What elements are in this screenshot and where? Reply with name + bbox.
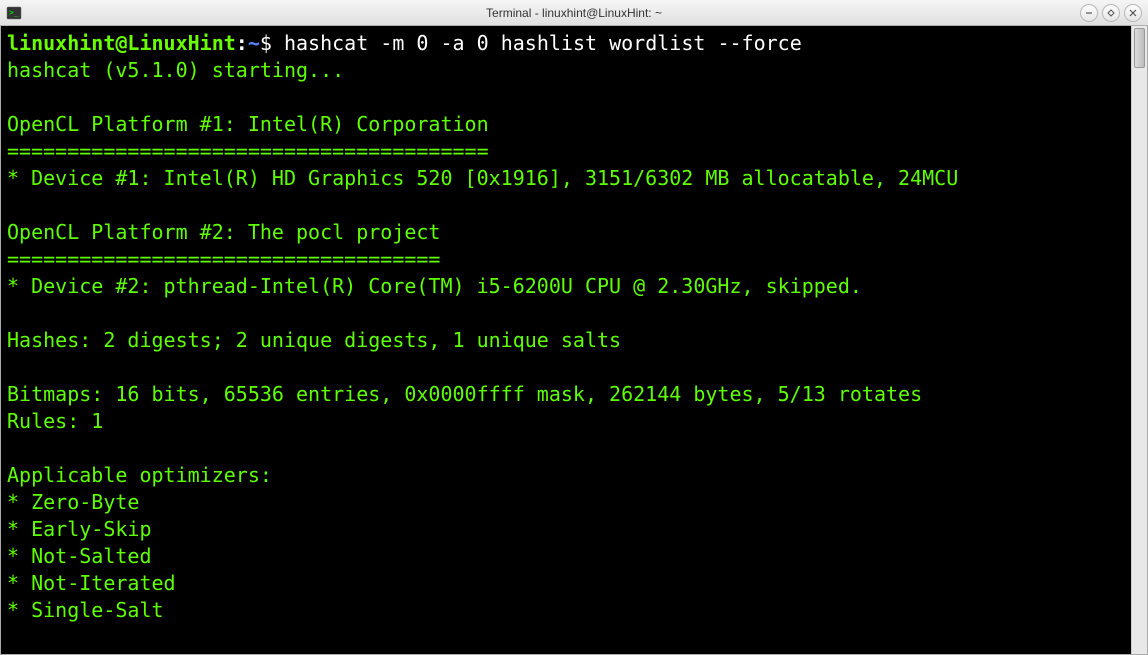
- output-line: Rules: 1: [7, 409, 103, 433]
- terminal-container: linuxhint@LinuxHint:~$ hashcat -m 0 -a 0…: [0, 26, 1148, 655]
- vertical-scrollbar[interactable]: [1131, 26, 1147, 654]
- terminal-icon: >_: [6, 5, 22, 21]
- output-line: OpenCL Platform #1: Intel(R) Corporation: [7, 112, 489, 136]
- output-line: OpenCL Platform #2: The pocl project: [7, 220, 440, 244]
- prompt-path: ~: [248, 31, 260, 55]
- output-line: * Single-Salt: [7, 598, 164, 622]
- window-title: Terminal - linuxhint@LinuxHint: ~: [486, 6, 662, 20]
- output-line: ====================================: [7, 247, 440, 271]
- close-button[interactable]: [1124, 4, 1142, 22]
- output-line: * Early-Skip: [7, 517, 152, 541]
- prompt-user-host: linuxhint@LinuxHint: [7, 31, 236, 55]
- output-line: hashcat (v5.1.0) starting...: [7, 58, 344, 82]
- output-line: * Zero-Byte: [7, 490, 139, 514]
- output-line: ========================================: [7, 139, 489, 163]
- output-line: Applicable optimizers:: [7, 463, 272, 487]
- output-line: * Device #2: pthread-Intel(R) Core(TM) i…: [7, 274, 862, 298]
- terminal-output[interactable]: linuxhint@LinuxHint:~$ hashcat -m 0 -a 0…: [1, 26, 1131, 654]
- output-line: * Not-Salted: [7, 544, 152, 568]
- minimize-button[interactable]: [1080, 4, 1098, 22]
- output-line: Hashes: 2 digests; 2 unique digests, 1 u…: [7, 328, 621, 352]
- scrollbar-thumb[interactable]: [1134, 28, 1145, 68]
- output-line: Bitmaps: 16 bits, 65536 entries, 0x0000f…: [7, 382, 922, 406]
- prompt-separator: :: [236, 31, 248, 55]
- svg-text:>_: >_: [9, 8, 19, 17]
- prompt-symbol: $: [260, 31, 272, 55]
- output-line: * Device #1: Intel(R) HD Graphics 520 [0…: [7, 166, 958, 190]
- command-text: hashcat -m 0 -a 0 hashlist wordlist --fo…: [284, 31, 802, 55]
- maximize-button[interactable]: [1102, 4, 1120, 22]
- window-controls: [1080, 4, 1142, 22]
- window-titlebar: >_ Terminal - linuxhint@LinuxHint: ~: [0, 0, 1148, 26]
- output-line: * Not-Iterated: [7, 571, 176, 595]
